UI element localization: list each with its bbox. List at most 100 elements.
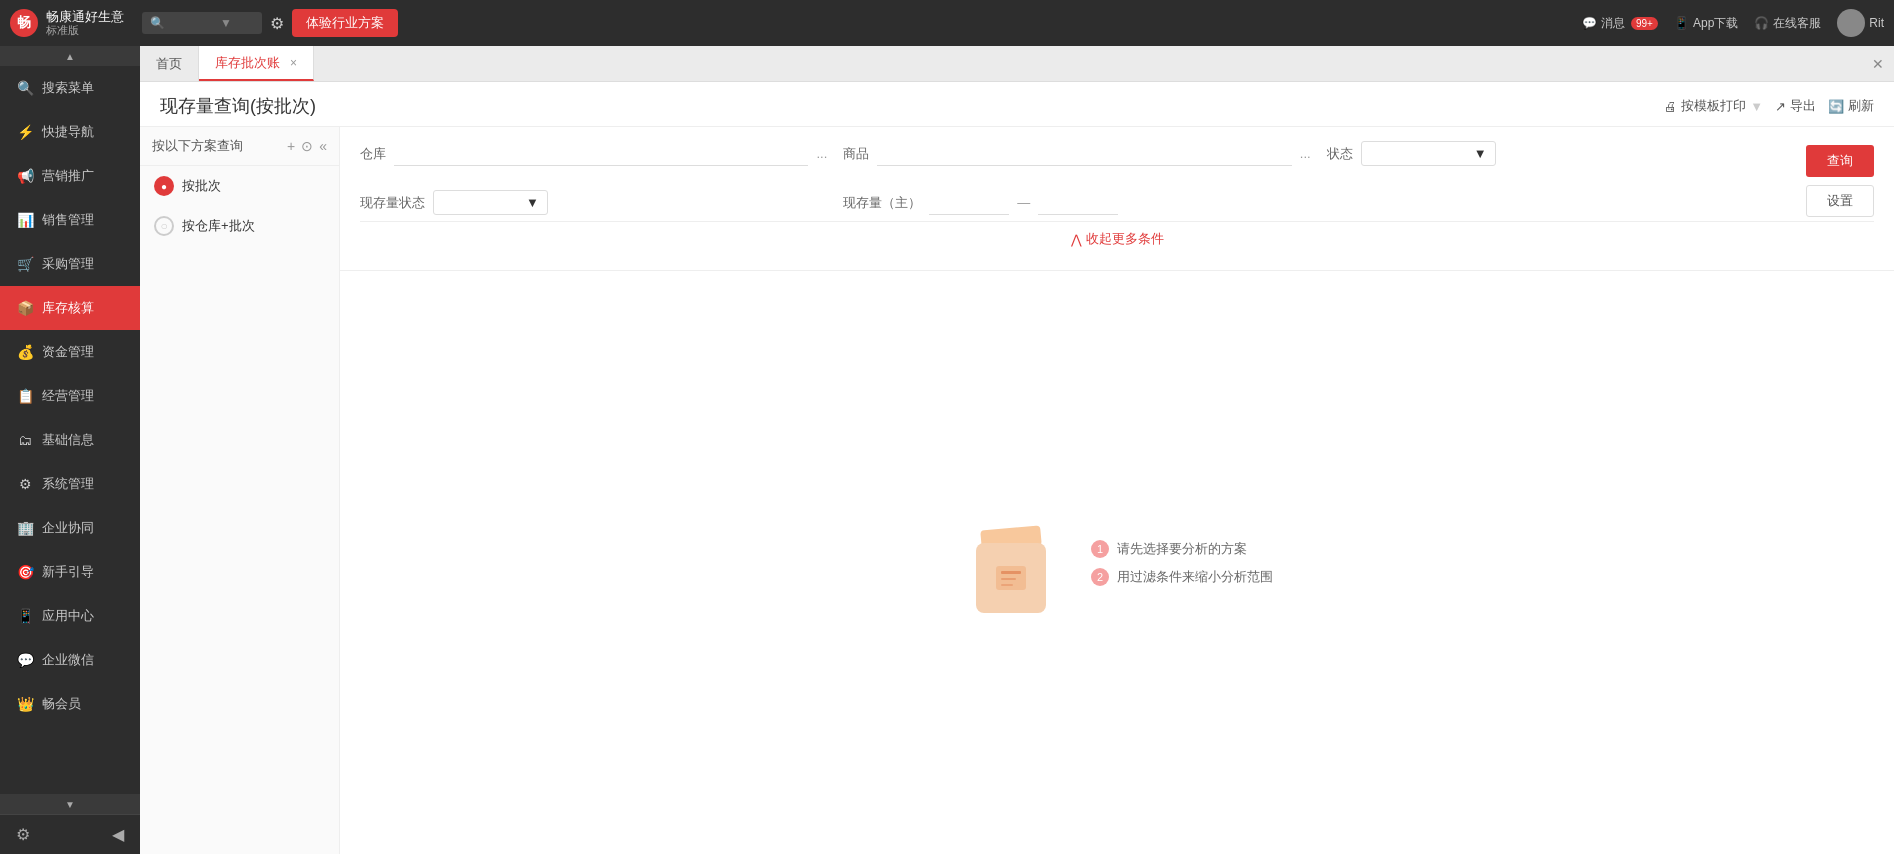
sidebar-label-marketing: 营销推广 [42, 167, 94, 185]
query-button[interactable]: 查询 [1806, 145, 1874, 177]
sidebar-icon-sales: 📊 [16, 211, 34, 229]
refresh-button[interactable]: 🔄 刷新 [1828, 97, 1874, 115]
sidebar-label-enterprise: 企业协同 [42, 519, 94, 537]
scheme-icon-by-warehouse-batch: ○ [154, 216, 174, 236]
empty-box [976, 543, 1046, 613]
sidebar-item-system[interactable]: ⚙ 系统管理 [0, 462, 140, 506]
sidebar-label-system: 系统管理 [42, 475, 94, 493]
left-panel-header-label: 按以下方案查询 [152, 137, 243, 155]
product-field: 商品 ... [843, 142, 1310, 166]
empty-tip-2: 2 用过滤条件来缩小分析范围 [1091, 568, 1273, 586]
sidebar-item-purchase[interactable]: 🛒 采购管理 [0, 242, 140, 286]
app-edition: 标准版 [46, 24, 124, 37]
sidebar-item-apps[interactable]: 📱 应用中心 [0, 594, 140, 638]
online-service-button[interactable]: 🎧 在线客服 [1754, 15, 1821, 32]
sidebar-label-sales: 销售管理 [42, 211, 94, 229]
collapse-filter-button[interactable]: ⋀ 收起更多条件 [360, 221, 1874, 256]
warehouse-more-btn[interactable]: ... [816, 146, 827, 161]
appdown-button[interactable]: 📱 App下载 [1674, 15, 1738, 32]
sidebar-item-operations[interactable]: 📋 经营管理 [0, 374, 140, 418]
sidebar-item-vip[interactable]: 👑 畅会员 [0, 682, 140, 726]
sidebar-label-finance: 资金管理 [42, 343, 94, 361]
sidebar-scroll-up[interactable]: ▲ [0, 46, 140, 66]
sidebar-item-sales[interactable]: 📊 销售管理 [0, 198, 140, 242]
product-label: 商品 [843, 145, 869, 163]
tab-bar-close-button[interactable]: ✕ [1872, 56, 1884, 72]
scheme-item-by-warehouse-batch[interactable]: ○按仓库+批次 [140, 206, 339, 246]
sidebar-icon-purchase: 🛒 [16, 255, 34, 273]
inventory-main-max-input[interactable] [1038, 191, 1118, 215]
sidebar-icon-inventory: 📦 [16, 299, 34, 317]
user-area[interactable]: Rit [1837, 9, 1884, 37]
sidebar-label-search: 搜索菜单 [42, 79, 94, 97]
sidebar-item-basic[interactable]: 🗂 基础信息 [0, 418, 140, 462]
gear-button[interactable]: ⚙ [270, 14, 284, 33]
action-buttons: 查询 设置 [1806, 141, 1874, 217]
app-logo: 畅 [10, 9, 38, 37]
warehouse-field: 仓库 ... [360, 142, 827, 166]
sidebar-label-inventory: 库存核算 [42, 299, 94, 317]
export-button[interactable]: ↗ 导出 [1775, 97, 1816, 115]
inventory-main-dash: — [1017, 195, 1030, 210]
sidebar-scroll-down[interactable]: ▼ [0, 794, 140, 814]
sidebar-item-newbie[interactable]: 🎯 新手引导 [0, 550, 140, 594]
sidebar-item-marketing[interactable]: 📢 营销推广 [0, 154, 140, 198]
warehouse-input[interactable] [394, 142, 808, 166]
tip-text-2: 用过滤条件来缩小分析范围 [1117, 568, 1273, 586]
print-chevron-icon: ▼ [1750, 99, 1763, 114]
sidebar-icon-operations: 📋 [16, 387, 34, 405]
tab-label-home: 首页 [156, 55, 182, 73]
tab-home[interactable]: 首页 [140, 46, 199, 81]
scheme-list: ●按批次○按仓库+批次 [140, 166, 339, 854]
sidebar-item-search[interactable]: 🔍 搜索菜单 [0, 66, 140, 110]
sidebar-item-enterprise[interactable]: 🏢 企业协同 [0, 506, 140, 550]
svg-rect-2 [1001, 578, 1016, 580]
sidebar-item-inventory[interactable]: 📦 库存核算 [0, 286, 140, 330]
page-header-actions: 🖨 按模板打印 ▼ ↗ 导出 🔄 刷新 [1664, 97, 1874, 115]
sidebar-icon-wechat: 💬 [16, 651, 34, 669]
status-select[interactable]: ▼ [1361, 141, 1496, 166]
sidebar-collapse-icon[interactable]: ◀ [112, 825, 124, 844]
left-panel-header-icons: + ⊙ « [287, 138, 327, 154]
add-scheme-icon[interactable]: + [287, 138, 295, 154]
sidebar-bottom: ⚙ ◀ [0, 814, 140, 854]
top-bar-left: 畅 畅康通好生意 标准版 🔍 ▼ ⚙ 体验行业方案 [10, 9, 1582, 38]
sidebar-icon-basic: 🗂 [16, 431, 34, 449]
inventory-main-label: 现存量（主） [843, 194, 921, 212]
sidebar-label-apps: 应用中心 [42, 607, 94, 625]
message-badge: 99+ [1631, 17, 1658, 30]
tip-number-1: 1 [1091, 540, 1109, 558]
product-input[interactable] [877, 142, 1291, 166]
settings-button[interactable]: 设置 [1806, 185, 1874, 217]
product-more-btn[interactable]: ... [1300, 146, 1311, 161]
sidebar-icon-vip: 👑 [16, 695, 34, 713]
sidebar-item-wechat[interactable]: 💬 企业微信 [0, 638, 140, 682]
empty-state-tips: 1 请先选择要分析的方案 2 用过滤条件来缩小分析范围 [1091, 540, 1273, 586]
sidebar-label-wechat: 企业微信 [42, 651, 94, 669]
inventory-status-field: 现存量状态 ▼ [360, 190, 827, 215]
sidebar-label-newbie: 新手引导 [42, 563, 94, 581]
tab-inventory-batch[interactable]: 库存批次账× [199, 46, 314, 81]
sidebar-item-shortcut[interactable]: ⚡ 快捷导航 [0, 110, 140, 154]
experience-button[interactable]: 体验行业方案 [292, 9, 398, 37]
sidebar-icon-enterprise: 🏢 [16, 519, 34, 537]
sidebar: ▲ 🔍 搜索菜单 ⚡ 快捷导航 📢 营销推广 📊 销售管理 🛒 采购管理 📦 库… [0, 46, 140, 854]
app-title: 畅康通好生意 [46, 9, 124, 25]
sidebar-icon-newbie: 🎯 [16, 563, 34, 581]
username-text: Rit [1869, 16, 1884, 30]
print-button[interactable]: 🖨 按模板打印 ▼ [1664, 97, 1763, 115]
panel-collapse-icon[interactable]: « [319, 138, 327, 154]
scheme-label-by-batch: 按批次 [182, 177, 221, 195]
tab-close-inventory-batch[interactable]: × [290, 56, 297, 70]
sidebar-item-finance[interactable]: 💰 资金管理 [0, 330, 140, 374]
page-title: 现存量查询(按批次) [160, 94, 316, 118]
scheme-settings-icon[interactable]: ⊙ [301, 138, 313, 154]
scheme-item-by-batch[interactable]: ●按批次 [140, 166, 339, 206]
warehouse-label: 仓库 [360, 145, 386, 163]
inventory-main-min-input[interactable] [929, 191, 1009, 215]
inventory-status-select[interactable]: ▼ [433, 190, 548, 215]
message-button[interactable]: 💬 消息 99+ [1582, 15, 1658, 32]
two-col-layout: 按以下方案查询 + ⊙ « ●按批次○按仓库+批次 [140, 127, 1894, 854]
sidebar-label-basic: 基础信息 [42, 431, 94, 449]
sidebar-settings-icon[interactable]: ⚙ [16, 825, 30, 844]
